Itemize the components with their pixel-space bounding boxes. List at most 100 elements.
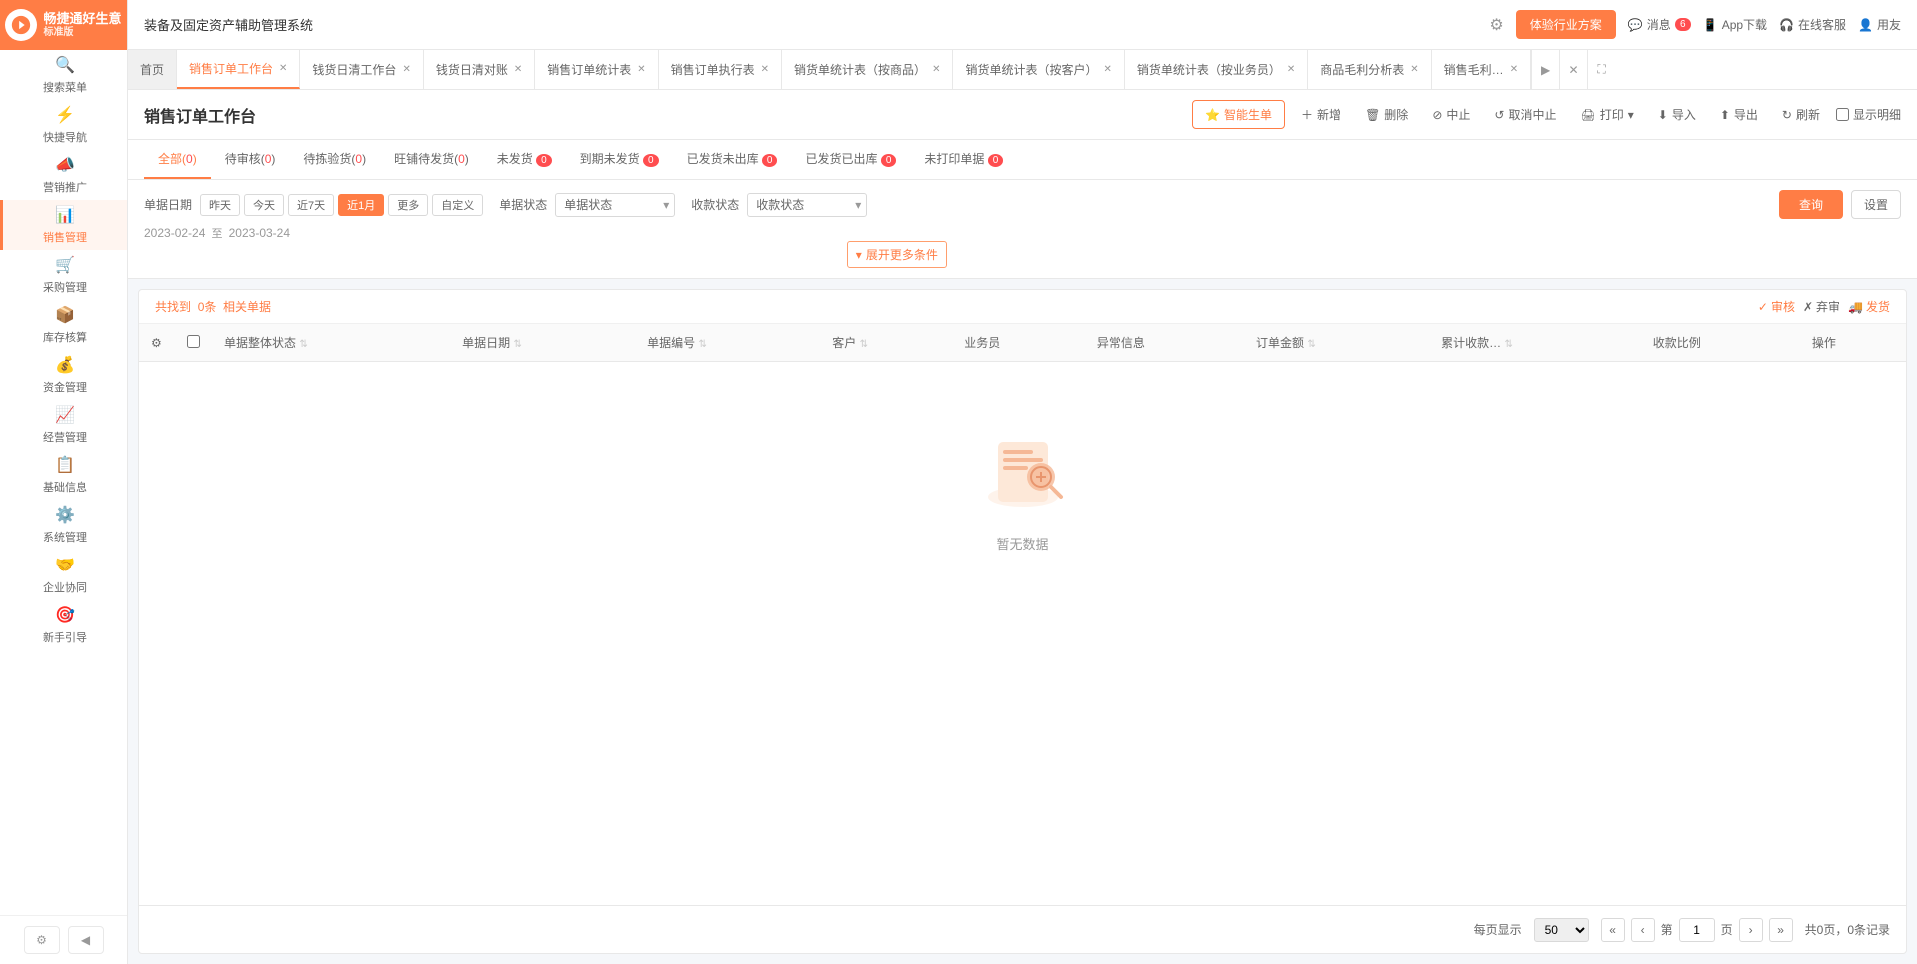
- sidebar-settings-btn[interactable]: ⚙: [24, 926, 60, 954]
- sidebar-item-search[interactable]: 🔍 搜索菜单: [0, 50, 127, 100]
- tab-salesgross-close[interactable]: ✕: [1510, 64, 1518, 75]
- sidebar-item-quick-nav[interactable]: ⚡ 快捷导航: [0, 100, 127, 150]
- tab-fullscreen-btn[interactable]: ⛶: [1587, 50, 1615, 89]
- online-service-btn[interactable]: 🎧 在线客服: [1779, 16, 1846, 33]
- sidebar-item-finance-label: 资金管理: [43, 379, 87, 395]
- tab-sales-salesperson[interactable]: 销货单统计表（按业务员） ✕: [1125, 50, 1308, 89]
- page-next-btn[interactable]: ›: [1739, 918, 1763, 942]
- sidebar-item-inventory[interactable]: 📦 库存核算: [0, 300, 127, 350]
- sidebar-item-marketing[interactable]: 📣 营销推广: [0, 150, 127, 200]
- date-btn-yesterday[interactable]: 昨天: [200, 194, 240, 216]
- sub-tab-unshipped[interactable]: 未发货 0: [483, 140, 566, 179]
- sub-tab-wangpu-pending[interactable]: 旺铺待发货(0): [380, 140, 483, 179]
- sidebar-item-quicknav-label: 快捷导航: [43, 129, 87, 145]
- sub-tab-pending-inspect[interactable]: 待拣验货(0): [289, 140, 380, 179]
- tab-sales-customer[interactable]: 销货单统计表（按客户） ✕: [953, 50, 1124, 89]
- payment-select[interactable]: 收款状态: [747, 193, 867, 217]
- sidebar-item-guide[interactable]: 🎯 新手引导: [0, 600, 127, 650]
- finance-icon: 💰: [55, 355, 75, 375]
- tab-cash-daily-workbench[interactable]: 钱货日清工作台 ✕: [300, 50, 423, 89]
- status-select[interactable]: 单据状态: [555, 193, 675, 217]
- sidebar-item-enterprise[interactable]: 🤝 企业协同: [0, 550, 127, 600]
- smart-create-btn[interactable]: ⭐ 智能生单: [1192, 100, 1285, 129]
- col-status-sort[interactable]: ⇅: [299, 339, 307, 350]
- print-btn[interactable]: 🖨 打印 ▾: [1572, 101, 1641, 128]
- select-all-checkbox[interactable]: [187, 335, 200, 348]
- approve-btn[interactable]: ✓ 审核: [1758, 298, 1795, 315]
- sidebar-item-basic-info[interactable]: 📋 基础信息: [0, 450, 127, 500]
- tab-overflow-btn[interactable]: ▶: [1531, 50, 1559, 89]
- sub-tab-unprinted[interactable]: 未打印单据 0: [910, 140, 1017, 179]
- show-detail-input[interactable]: [1836, 108, 1849, 121]
- col-settings-icon[interactable]: ⚙: [151, 336, 162, 350]
- stop-btn[interactable]: ⊘ 中止: [1424, 101, 1478, 128]
- tab-gross-margin[interactable]: 商品毛利分析表 ✕: [1308, 50, 1431, 89]
- sidebar-item-sales[interactable]: 📊 销售管理: [0, 200, 127, 250]
- query-btn[interactable]: 查询: [1779, 190, 1843, 219]
- date-btn-more[interactable]: 更多: [388, 194, 428, 216]
- tab-salesproduct-close[interactable]: ✕: [932, 64, 940, 75]
- sidebar-collapse-btn[interactable]: ◀: [68, 926, 104, 954]
- cancel-stop-btn[interactable]: ↺ 取消中止: [1486, 101, 1564, 128]
- tab-sales-stats[interactable]: 销售订单统计表 ✕: [535, 50, 658, 89]
- col-customer-label: 客户: [832, 336, 856, 350]
- tab-grossmargin-close[interactable]: ✕: [1410, 64, 1418, 75]
- tab-close-all-btn[interactable]: ✕: [1559, 50, 1587, 89]
- message-btn[interactable]: 💬 消息 6: [1628, 16, 1691, 33]
- sub-tab-overdue-unshipped[interactable]: 到期未发货 0: [566, 140, 673, 179]
- sidebar-item-operations[interactable]: 📈 经营管理: [0, 400, 127, 450]
- tab-cashreconcile-close[interactable]: ✕: [514, 64, 522, 75]
- user-menu-btn[interactable]: 👤 用友: [1858, 16, 1901, 33]
- sidebar-item-finance[interactable]: 💰 资金管理: [0, 350, 127, 400]
- sidebar-item-sales-label: 销售管理: [43, 229, 87, 245]
- ship-btn[interactable]: 🚚 发货: [1848, 298, 1890, 315]
- tab-cashdaily-close[interactable]: ✕: [402, 64, 410, 75]
- sub-tab-shipped-not-out[interactable]: 已发货未出库 0: [673, 140, 792, 179]
- show-detail-checkbox[interactable]: 显示明细: [1836, 106, 1901, 123]
- reject-btn[interactable]: ✗ 弃审: [1803, 298, 1840, 315]
- sidebar-item-purchase[interactable]: 🛒 采购管理: [0, 250, 127, 300]
- col-number-sort[interactable]: ⇅: [699, 339, 707, 350]
- page-first-btn[interactable]: «: [1601, 918, 1625, 942]
- experience-btn[interactable]: 体验行业方案: [1516, 10, 1616, 39]
- app-download-btn[interactable]: 📱 App下载: [1703, 16, 1767, 33]
- add-icon: ＋: [1301, 106, 1313, 123]
- date-btn-1month[interactable]: 近1月: [338, 194, 384, 216]
- page-last-btn[interactable]: »: [1769, 918, 1793, 942]
- col-amount-sort[interactable]: ⇅: [1307, 339, 1315, 350]
- tab-salessalesperson-close[interactable]: ✕: [1287, 64, 1295, 75]
- page-input[interactable]: [1679, 918, 1715, 942]
- date-btn-today[interactable]: 今天: [244, 194, 284, 216]
- tab-sales-product[interactable]: 销货单统计表（按商品） ✕: [782, 50, 953, 89]
- tab-salesorder-close[interactable]: ✕: [279, 63, 287, 74]
- tab-cash-reconcile[interactable]: 钱货日清对账 ✕: [424, 50, 535, 89]
- tab-salesstats-close[interactable]: ✕: [637, 64, 645, 75]
- sub-tab-pending-review[interactable]: 待审核(0): [211, 140, 290, 179]
- sub-tab-shipped-out[interactable]: 已发货已出库 0: [791, 140, 910, 179]
- smart-btn-label: 智能生单: [1224, 106, 1272, 123]
- col-customer-sort[interactable]: ⇅: [860, 339, 868, 350]
- system-settings-icon[interactable]: ⚙: [1489, 15, 1503, 35]
- refresh-btn[interactable]: ↻ 刷新: [1774, 101, 1828, 128]
- import-btn[interactable]: ⬇ 导入: [1650, 101, 1704, 128]
- date-btn-custom[interactable]: 自定义: [432, 194, 483, 216]
- sub-tab-all[interactable]: 全部(0): [144, 140, 211, 179]
- tab-home[interactable]: 首页: [128, 50, 177, 89]
- date-btn-7days[interactable]: 近7天: [288, 194, 334, 216]
- delete-btn[interactable]: 🗑 删除: [1357, 101, 1416, 128]
- export-btn[interactable]: ⬆ 导出: [1712, 101, 1766, 128]
- sidebar-item-system[interactable]: ⚙️ 系统管理: [0, 500, 127, 550]
- col-cumulative-sort[interactable]: ⇅: [1504, 339, 1512, 350]
- page-size-select[interactable]: 50 20 100 200: [1534, 918, 1589, 942]
- expand-filter-btn[interactable]: ▾ 展开更多条件: [847, 241, 947, 268]
- setting-btn[interactable]: 设置: [1851, 190, 1901, 219]
- tab-salesexec-close[interactable]: ✕: [761, 64, 769, 75]
- tab-sales-exec[interactable]: 销售订单执行表 ✕: [659, 50, 782, 89]
- page-prev-btn[interactable]: ‹: [1631, 918, 1655, 942]
- col-date-sort[interactable]: ⇅: [513, 339, 521, 350]
- table-scroll[interactable]: ⚙ 单据整体状态 ⇅ 单据日期 ⇅: [139, 324, 1906, 905]
- add-btn[interactable]: ＋ 新增: [1293, 101, 1349, 128]
- tab-sales-order-workbench[interactable]: 销售订单工作台 ✕: [177, 50, 300, 89]
- tab-salescustomer-close[interactable]: ✕: [1103, 64, 1111, 75]
- tab-sales-gross[interactable]: 销售毛利… ✕: [1432, 50, 1531, 89]
